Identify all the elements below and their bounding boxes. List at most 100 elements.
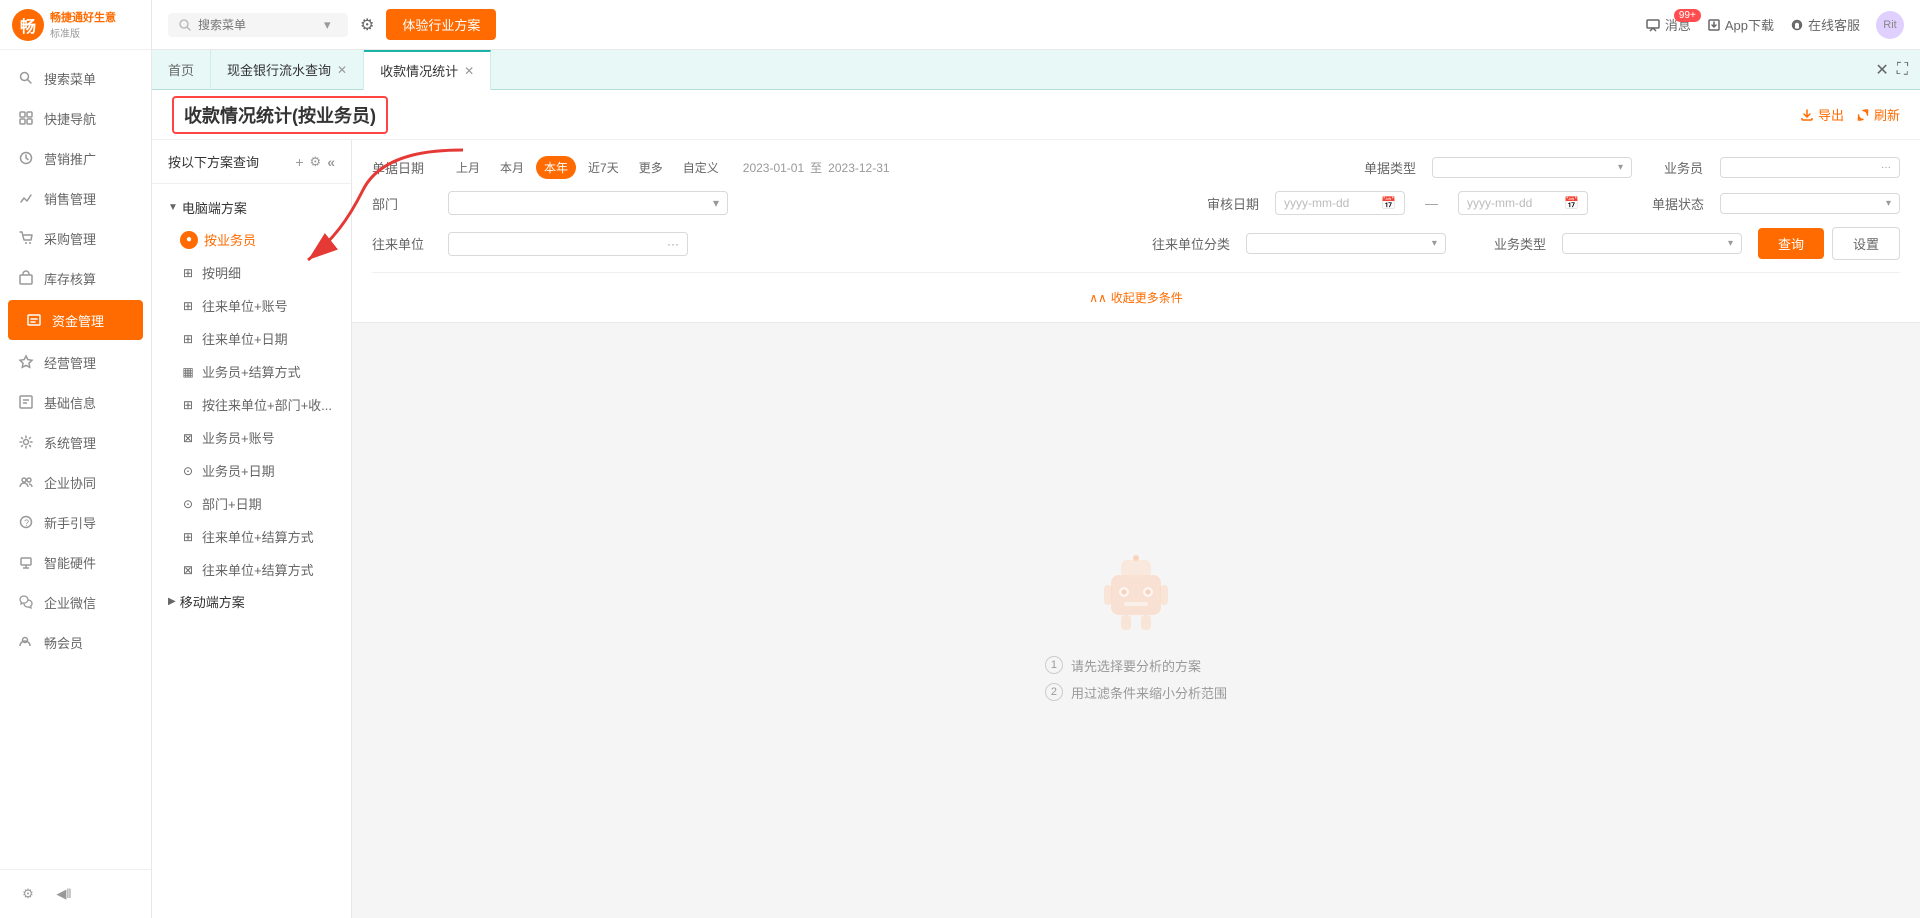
scheme-item-detail[interactable]: ⊞ 按明细 — [152, 256, 351, 289]
query-button[interactable]: 查询 — [1758, 228, 1824, 259]
collapse-sidebar-icon[interactable]: ◀‖ — [52, 882, 76, 906]
scheme-item-salesman-account[interactable]: ⊠ 业务员+账号 — [152, 421, 351, 454]
unit-settlement1-icon: ⊞ — [180, 529, 196, 545]
unit-dept-icon: ⊞ — [180, 397, 196, 413]
date-tab-more[interactable]: 更多 — [631, 156, 671, 179]
filter-action-buttons: 查询 设置 — [1758, 227, 1900, 260]
sidebar-item-system[interactable]: 系统管理 — [0, 422, 151, 462]
business-type-label: 业务类型 — [1494, 234, 1546, 253]
counterpart-label: 往来单位 — [372, 234, 432, 253]
scheme-item-salesman[interactable]: ● 按业务员 — [152, 223, 351, 256]
search-box[interactable]: ▾ — [168, 13, 348, 37]
counterpart-field[interactable]: ··· — [448, 232, 688, 256]
salesman-account-icon: ⊠ — [180, 430, 196, 446]
hardware-icon — [16, 552, 36, 572]
logo-text: 畅捷通好生意 标准版 — [50, 9, 116, 40]
refresh-icon — [1856, 108, 1870, 122]
add-scheme-icon[interactable]: + — [295, 154, 303, 170]
sidebar-item-marketing[interactable]: 营销推广 — [0, 138, 151, 178]
tab-cash-flow[interactable]: 现金银行流水查询 ✕ — [211, 50, 364, 90]
scheme-item-salesman-date[interactable]: ⊙ 业务员+日期 — [152, 454, 351, 487]
dept-more-icon[interactable]: ▾ — [713, 196, 719, 210]
settings-icon[interactable]: ⚙ — [16, 882, 40, 906]
tab-close-cash-flow[interactable]: ✕ — [337, 63, 347, 77]
logo-area: 畅 畅捷通好生意 标准版 — [0, 0, 151, 50]
tab-close-collection[interactable]: ✕ — [464, 64, 474, 78]
counterpart-category-select[interactable]: ▾ — [1246, 233, 1446, 254]
trial-button[interactable]: 体验行业方案 — [386, 9, 496, 40]
header-search-icon — [178, 18, 192, 32]
sidebar-item-nav[interactable]: 快捷导航 — [0, 98, 151, 138]
export-button[interactable]: 导出 — [1800, 105, 1844, 124]
page-header-actions: 导出 刷新 — [1800, 105, 1900, 124]
collab-icon — [16, 472, 36, 492]
sidebar-item-management[interactable]: 经营管理 — [0, 342, 151, 382]
app-download-button[interactable]: App下载 — [1707, 15, 1774, 34]
main-area: ▾ ⚙ 体验行业方案 消息 99+ App下载 在线客服 Rit 首页 — [152, 0, 1920, 918]
sidebar-item-member[interactable]: 畅会员 — [0, 622, 151, 662]
scheme-item-unit-dept[interactable]: ⊞ 按往来单位+部门+收... — [152, 388, 351, 421]
online-service-button[interactable]: 在线客服 — [1790, 15, 1860, 34]
tab-collection-stats[interactable]: 收款情况统计 ✕ — [364, 50, 491, 90]
setting-button[interactable]: 设置 — [1832, 227, 1900, 260]
dept-label: 部门 — [372, 194, 432, 213]
tab-minimize-icon[interactable]: ✕ — [1875, 60, 1888, 80]
sidebar-item-guide[interactable]: ? 新手引导 — [0, 502, 151, 542]
search-input[interactable] — [198, 18, 318, 32]
active-scheme-indicator: ● — [180, 231, 198, 249]
sidebar-item-inventory[interactable]: 库存核算 — [0, 258, 151, 298]
sidebar-item-search[interactable]: 搜索菜单 — [0, 58, 151, 98]
robot-svg — [1086, 540, 1186, 640]
voucher-type-select[interactable]: ▾ — [1432, 157, 1632, 178]
date-tab-last-month[interactable]: 上月 — [448, 156, 488, 179]
review-date-end[interactable]: yyyy-mm-dd 📅 — [1458, 191, 1588, 215]
sidebar-item-sales[interactable]: 销售管理 — [0, 178, 151, 218]
business-type-select[interactable]: ▾ — [1562, 233, 1742, 254]
scheme-item-salesman-settlement[interactable]: ▦ 业务员+结算方式 — [152, 355, 351, 388]
calendar-start-icon[interactable]: 📅 — [1381, 196, 1396, 210]
desktop-group-arrow: ▼ — [168, 202, 178, 213]
scheme-section: ▼ 电脑端方案 ● 按业务员 ⊞ 按明细 ⊞ — [152, 184, 351, 625]
filter-area: 单据日期 上月 本月 本年 近7天 更多 自定义 2023-01-01 至 — [352, 140, 1920, 323]
header-gear-icon[interactable]: ⚙ — [360, 15, 374, 35]
date-tab-7days[interactable]: 近7天 — [580, 156, 627, 179]
voucher-status-select[interactable]: ▾ — [1720, 193, 1900, 214]
scheme-item-unit-date[interactable]: ⊞ 往来单位+日期 — [152, 322, 351, 355]
tab-expand-icon[interactable]: ⛶ — [1897, 61, 1908, 79]
scheme-item-unit-account[interactable]: ⊞ 往来单位+账号 — [152, 289, 351, 322]
sidebar-item-purchase[interactable]: 采购管理 — [0, 218, 151, 258]
counterpart-more-icon[interactable]: ··· — [667, 237, 679, 251]
sidebar-item-hardware[interactable]: 智能硬件 — [0, 542, 151, 582]
mobile-group-header[interactable]: ▶ 移动端方案 — [152, 586, 351, 617]
sidebar: 畅 畅捷通好生意 标准版 搜索菜单 快捷导航 营销推广 — [0, 0, 152, 918]
calendar-end-icon[interactable]: 📅 — [1564, 196, 1579, 210]
date-tab-this-month[interactable]: 本月 — [492, 156, 532, 179]
sidebar-item-basic[interactable]: 基础信息 — [0, 382, 151, 422]
scheme-item-dept-date[interactable]: ⊙ 部门+日期 — [152, 487, 351, 520]
collapse-panel-icon[interactable]: « — [327, 154, 335, 170]
right-panel: 单据日期 上月 本月 本年 近7天 更多 自定义 2023-01-01 至 — [352, 140, 1920, 918]
date-tab-custom[interactable]: 自定义 — [675, 156, 727, 179]
message-button[interactable]: 消息 99+ — [1645, 15, 1691, 34]
scheme-item-unit-settlement2[interactable]: ⊠ 往来单位+结算方式 — [152, 553, 351, 586]
sidebar-item-finance[interactable]: 资金管理 — [8, 300, 143, 340]
date-tab-this-year[interactable]: 本年 — [536, 156, 576, 179]
salesman-settlement-icon: ▦ — [180, 364, 196, 380]
scheme-settings-icon[interactable]: ⚙ — [310, 154, 322, 170]
data-area: 1 请先选择要分析的方案 2 用过滤条件来缩小分析范围 — [352, 323, 1920, 918]
inventory-icon — [16, 268, 36, 288]
dept-field[interactable]: ▾ — [448, 191, 728, 215]
collapse-filter-button[interactable]: ∧∧ 收起更多条件 — [372, 289, 1900, 306]
empty-tips: 1 请先选择要分析的方案 2 用过滤条件来缩小分析范围 — [1045, 656, 1227, 702]
sidebar-item-collab[interactable]: 企业协同 — [0, 462, 151, 502]
user-avatar[interactable]: Rit — [1876, 11, 1904, 39]
review-date-start[interactable]: yyyy-mm-dd 📅 — [1275, 191, 1405, 215]
refresh-button[interactable]: 刷新 — [1856, 105, 1900, 124]
salesman-select[interactable]: ··· — [1720, 157, 1900, 178]
voucher-type-arrow-icon: ▾ — [1618, 162, 1623, 173]
desktop-group-header[interactable]: ▼ 电脑端方案 — [152, 192, 351, 223]
scheme-item-unit-settlement1[interactable]: ⊞ 往来单位+结算方式 — [152, 520, 351, 553]
desktop-scheme-group: ▼ 电脑端方案 ● 按业务员 ⊞ 按明细 ⊞ — [152, 192, 351, 586]
sidebar-item-wechat[interactable]: 企业微信 — [0, 582, 151, 622]
tab-home[interactable]: 首页 — [152, 50, 211, 90]
